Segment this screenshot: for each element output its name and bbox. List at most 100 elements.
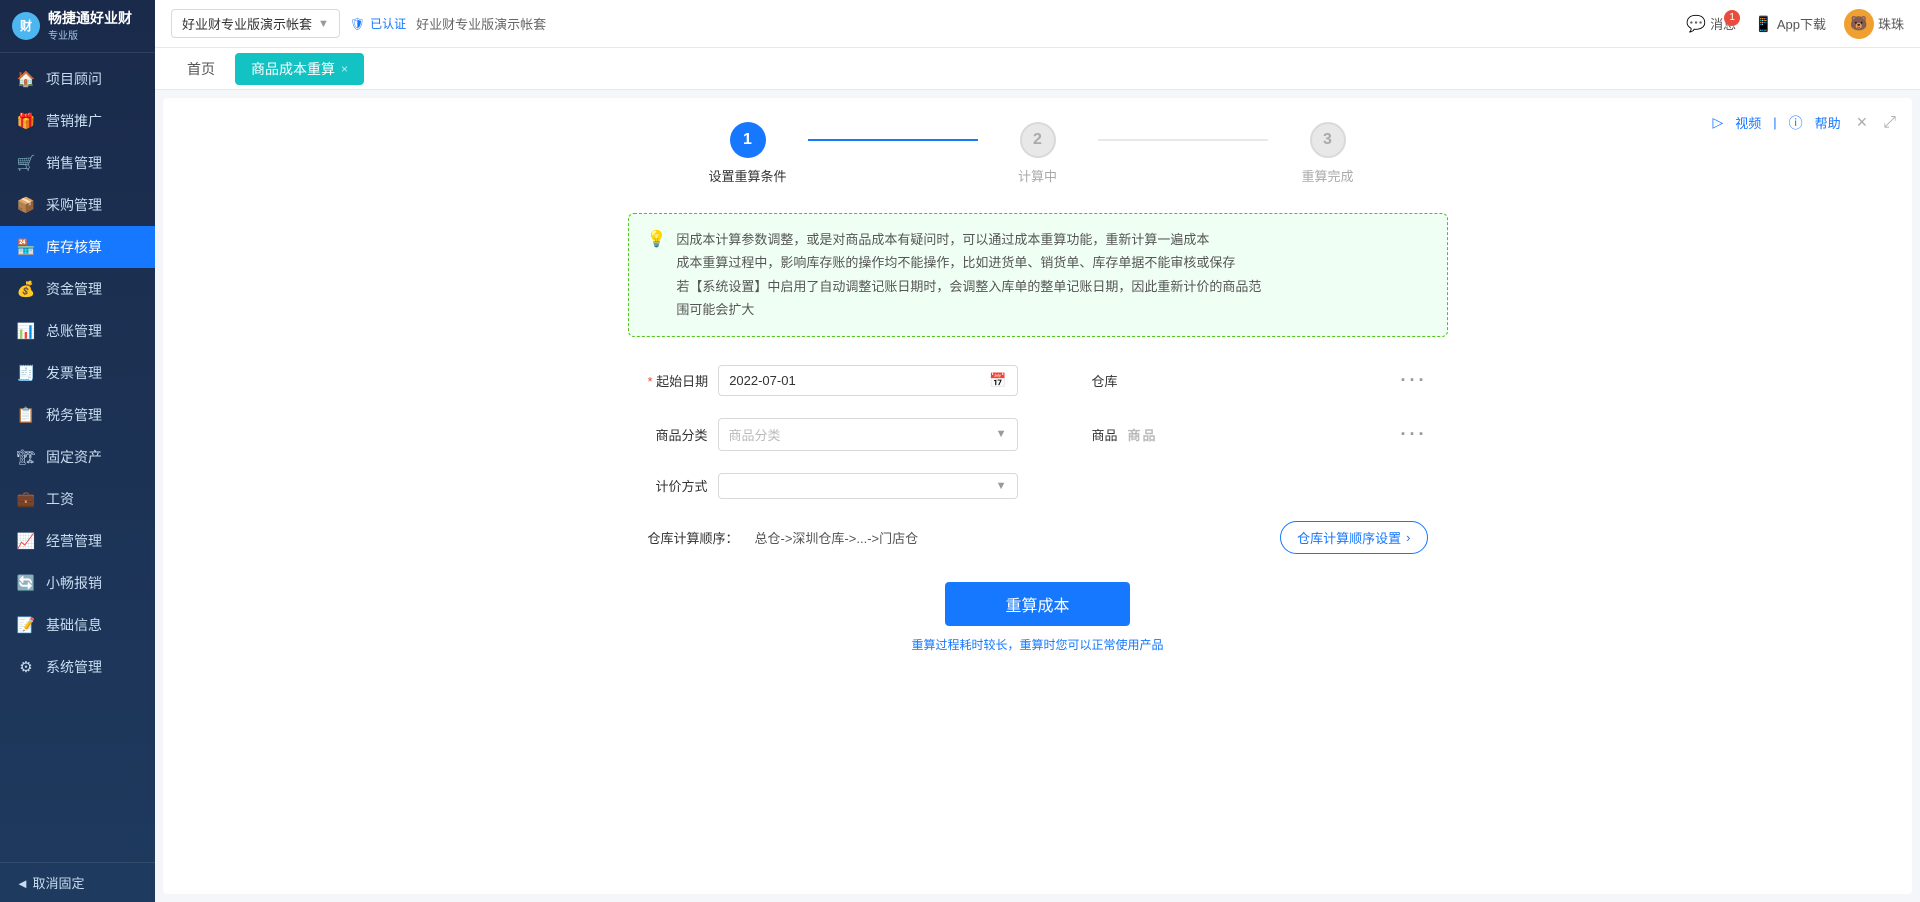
pricing-arrow-icon: ▼ xyxy=(996,480,1007,492)
step-3-circle: 3 xyxy=(1310,122,1346,158)
category-label: 商品分类 xyxy=(648,425,708,444)
submit-hint: 重算过程耗时较长，重算时您可以正常使用产品 xyxy=(648,636,1428,653)
sidebar-item-system[interactable]: ⚙ 系统管理 xyxy=(0,646,155,688)
product-label: 商品 xyxy=(1058,425,1118,444)
info-line-2: 成本重算过程中，影响库存账的操作均不能操作，比如进货单、销货单、库存单据不能审核… xyxy=(676,251,1261,274)
sidebar-menu: 🏠 项目顾问 🎁 营销推广 🛒 销售管理 📦 采购管理 🏪 库存核算 💰 资金管… xyxy=(0,53,155,862)
step-2-label: 计算中 xyxy=(1018,166,1057,185)
warehouse-label: 仓库 xyxy=(1058,371,1118,390)
pricing-label: 计价方式 xyxy=(648,476,708,495)
invoice-icon: 🧾 xyxy=(16,364,36,382)
salary-icon: 💼 xyxy=(16,490,36,508)
accounting-icon: 📊 xyxy=(16,322,36,340)
category-group: 商品分类 商品分类 ▼ xyxy=(648,418,1018,451)
sidebar-item-inventory[interactable]: 🏪 库存核算 xyxy=(0,226,155,268)
recalculate-label: 重算成本 xyxy=(1005,598,1069,615)
system-icon: ⚙ xyxy=(16,658,36,676)
sidebar-item-label: 采购管理 xyxy=(46,195,102,215)
sidebar-item-purchase[interactable]: 📦 采购管理 xyxy=(0,184,155,226)
mobile-icon: 📱 xyxy=(1754,15,1773,33)
sidebar-item-basic[interactable]: 📝 基础信息 xyxy=(0,604,155,646)
calc-order-label: 仓库计算顺序： xyxy=(648,528,739,547)
sidebar-item-salary[interactable]: 💼 工资 xyxy=(0,478,155,520)
shield-icon: 🛡 xyxy=(350,17,365,31)
info-box: 💡 因成本计算参数调整，或是对商品成本有疑问时，可以通过成本重算功能，重新计算一… xyxy=(628,213,1448,337)
connector-1-2 xyxy=(808,139,978,141)
content-area: ▷ 视频 | ⓘ 帮助 × ⤢ 1 设置重算条件 2 计算中 xyxy=(163,98,1912,894)
app-download-button[interactable]: 📱 App下载 xyxy=(1754,14,1826,33)
purchase-icon: 📦 xyxy=(16,196,36,214)
sidebar-item-operation[interactable]: 📈 经营管理 xyxy=(0,520,155,562)
sidebar-item-label: 销售管理 xyxy=(46,153,102,173)
info-icon: 💡 xyxy=(647,229,667,249)
avatar: 🐻 xyxy=(1844,9,1874,39)
info-line-1: 因成本计算参数调整，或是对商品成本有疑问时，可以通过成本重算功能，重新计算一遍成… xyxy=(676,228,1261,251)
user-name: 珠珠 xyxy=(1878,14,1904,33)
form-row-3: 计价方式 ▼ xyxy=(648,473,1428,499)
category-select[interactable]: 商品分类 ▼ xyxy=(718,418,1018,451)
topbar-actions: 💬 消息 1 📱 App下载 🐻 珠珠 xyxy=(1686,9,1904,39)
stepper: 1 设置重算条件 2 计算中 3 重算完成 xyxy=(195,122,1880,185)
product-input[interactable]: 商品 ··· xyxy=(1128,424,1428,445)
form-row-2: 商品分类 商品分类 ▼ 商品 商品 ··· xyxy=(648,418,1428,451)
category-arrow-icon: ▼ xyxy=(996,428,1007,440)
expand-panel-button[interactable]: ⤢ xyxy=(1883,114,1896,132)
pricing-select[interactable]: ▼ xyxy=(718,473,1018,499)
sidebar: 财 畅捷通好业财 专业版 🏠 项目顾问 🎁 营销推广 🛒 销售管理 📦 采购管理… xyxy=(0,0,155,902)
step-1-label: 设置重算条件 xyxy=(708,166,786,185)
sidebar-unpin-button[interactable]: ◄ 取消固定 xyxy=(0,862,155,902)
calc-order-settings-button[interactable]: 仓库计算顺序设置 › xyxy=(1280,521,1427,554)
logo-name: 畅捷通好业财 xyxy=(48,10,132,27)
sidebar-item-label: 资金管理 xyxy=(46,279,102,299)
sidebar-item-expense[interactable]: 🔄 小畅报销 xyxy=(0,562,155,604)
sidebar-item-label: 发票管理 xyxy=(46,363,102,383)
sidebar-item-label: 固定资产 xyxy=(46,447,102,467)
info-line-4: 围可能会扩大 xyxy=(676,298,1261,321)
category-placeholder: 商品分类 xyxy=(729,425,781,444)
sidebar-item-marketing[interactable]: 🎁 营销推广 xyxy=(0,100,155,142)
user-profile[interactable]: 🐻 珠珠 xyxy=(1844,9,1904,39)
project-icon: 🏠 xyxy=(16,70,36,88)
start-date-value: 2022-07-01 xyxy=(729,373,796,388)
calc-order-value: 总仓->深圳仓库->...->门店仓 xyxy=(755,528,1265,547)
message-button[interactable]: 💬 消息 1 xyxy=(1686,14,1736,34)
tax-icon: 📋 xyxy=(16,406,36,424)
product-placeholder: 商品 xyxy=(1128,425,1401,444)
logo-text-group: 畅捷通好业财 专业版 xyxy=(48,10,132,42)
account-selector[interactable]: 好业财专业版演示帐套 ▼ xyxy=(171,9,340,38)
connector-2-3 xyxy=(1098,139,1268,141)
tab-cost-recalc[interactable]: 商品成本重算 × xyxy=(235,53,364,85)
calc-order-row: 仓库计算顺序： 总仓->深圳仓库->...->门店仓 仓库计算顺序设置 › xyxy=(648,521,1428,554)
sidebar-item-accounting[interactable]: 📊 总账管理 xyxy=(0,310,155,352)
sidebar-item-assets[interactable]: 🏗 固定资产 xyxy=(0,436,155,478)
logo-subtitle: 专业版 xyxy=(48,27,132,42)
notification-badge: 1 xyxy=(1724,10,1740,26)
main-area: 好业财专业版演示帐套 ▼ 🛡 已认证 好业财专业版演示帐套 💬 消息 1 📱 A… xyxy=(155,0,1920,902)
sidebar-item-label: 基础信息 xyxy=(46,615,102,635)
sidebar-item-sales[interactable]: 🛒 销售管理 xyxy=(0,142,155,184)
step-1-circle: 1 xyxy=(730,122,766,158)
sales-icon: 🛒 xyxy=(16,154,36,172)
calendar-icon: 📅 xyxy=(989,372,1006,389)
logo-icon: 财 xyxy=(12,12,40,40)
info-line-3: 若【系统设置】中启用了自动调整记账日期时，会调整入库单的整单记账日期，因此重新计… xyxy=(676,275,1261,298)
sidebar-item-label: 系统管理 xyxy=(46,657,102,677)
recalculate-button[interactable]: 重算成本 xyxy=(945,582,1129,626)
sidebar-item-label: 小畅报销 xyxy=(46,573,102,593)
message-icon: 💬 xyxy=(1686,14,1706,34)
sidebar-item-finance[interactable]: 💰 资金管理 xyxy=(0,268,155,310)
step-2: 2 计算中 xyxy=(978,122,1098,185)
start-date-input[interactable]: 2022-07-01 📅 xyxy=(718,365,1017,396)
sidebar-item-invoice[interactable]: 🧾 发票管理 xyxy=(0,352,155,394)
tab-close-button[interactable]: × xyxy=(341,62,348,76)
sidebar-item-label: 工资 xyxy=(46,489,74,509)
sidebar-item-tax[interactable]: 📋 税务管理 xyxy=(0,394,155,436)
tab-home[interactable]: 首页 xyxy=(171,53,231,85)
sidebar-item-project[interactable]: 🏠 项目顾问 xyxy=(0,58,155,100)
verified-badge: 🛡 已认证 xyxy=(350,15,406,32)
sidebar-item-label: 项目顾问 xyxy=(46,69,102,89)
inventory-icon: 🏪 xyxy=(16,238,36,256)
assets-icon: 🏗 xyxy=(16,448,36,466)
warehouse-input[interactable]: ··· xyxy=(1128,370,1428,391)
account-name: 好业财专业版演示帐套 xyxy=(182,14,312,33)
